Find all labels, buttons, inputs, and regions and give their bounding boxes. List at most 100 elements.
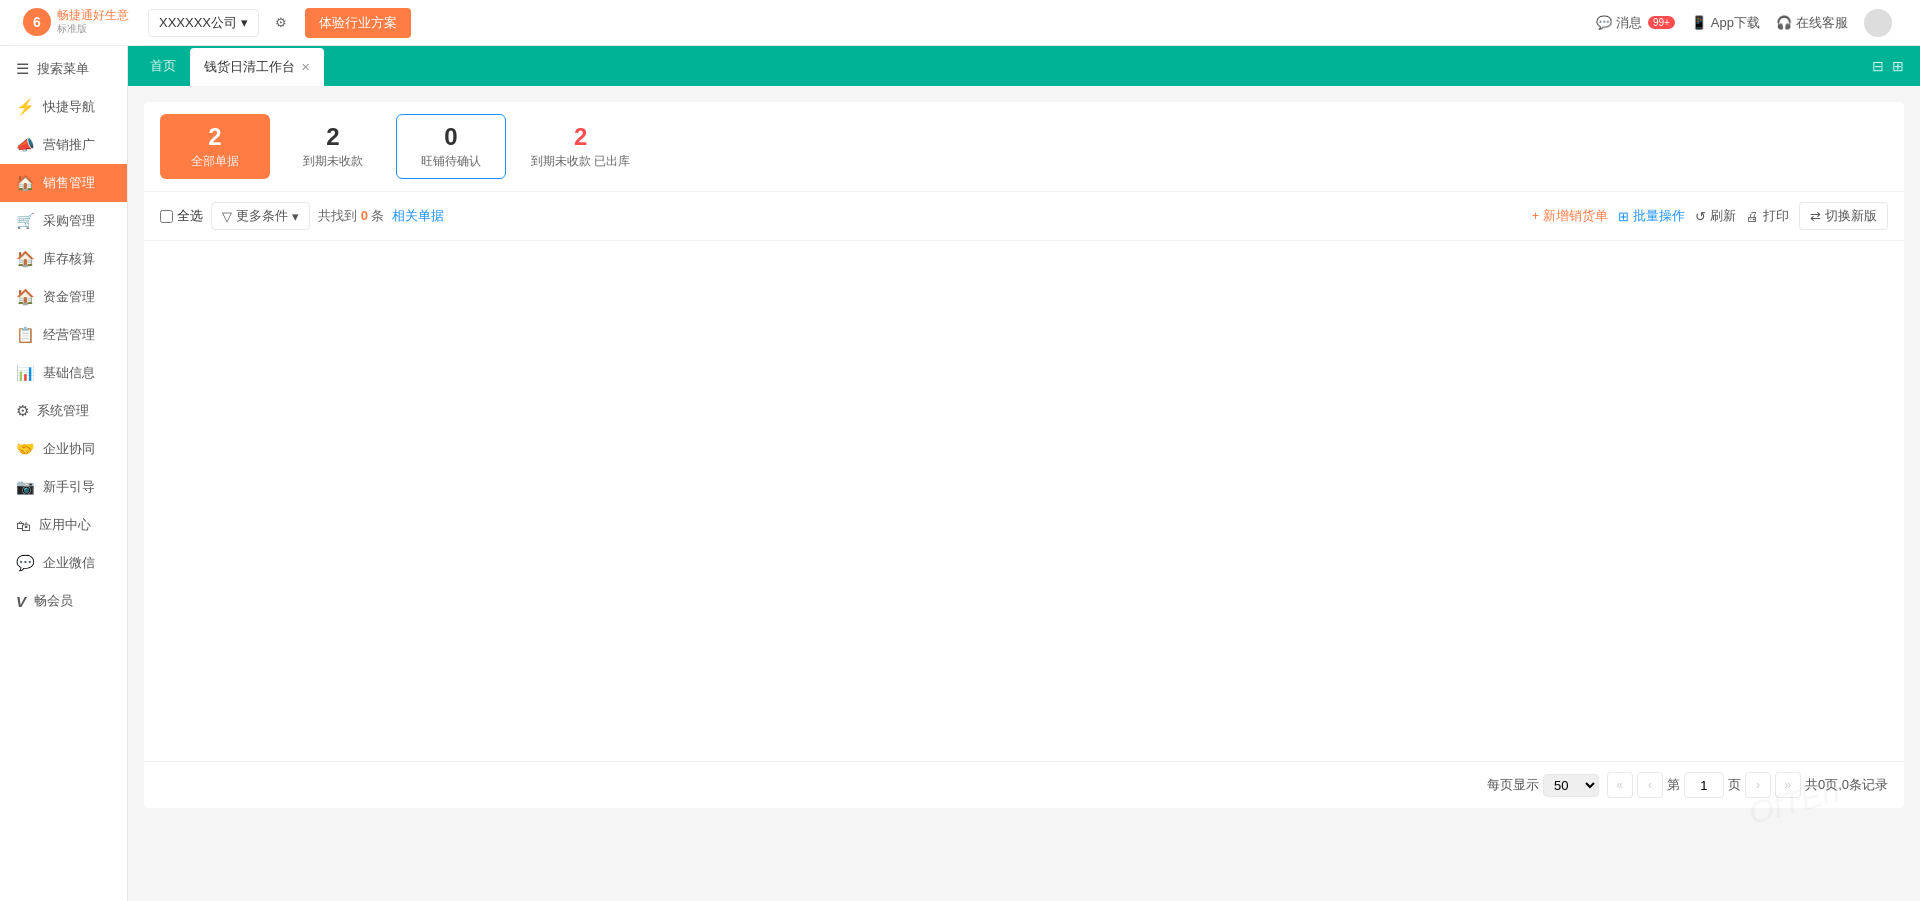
sidebar-item-marketing[interactable]: 📣 营销推广: [0, 126, 127, 164]
prev-page-button[interactable]: ‹: [1637, 772, 1663, 798]
sidebar-item-purchase[interactable]: 🛒 采购管理: [0, 202, 127, 240]
sidebar-item-finance[interactable]: 🏠 资金管理: [0, 278, 127, 316]
sidebar-item-sales[interactable]: 🏠 销售管理: [0, 164, 127, 202]
sidebar-label-marketing: 营销推广: [43, 136, 95, 154]
logo-icon: 6: [23, 8, 51, 36]
logo-area: 6 畅捷通好生意 标准版: [12, 0, 140, 46]
window-controls: ⊟ ⊞: [1872, 58, 1912, 74]
logo-tag: 标准版: [57, 22, 129, 36]
sidebar-item-operations[interactable]: 📋 经营管理: [0, 316, 127, 354]
stat-label-overdue: 到期未收款: [303, 153, 363, 170]
tab-workbench[interactable]: 钱货日清工作台 ✕: [190, 48, 324, 86]
nav-tabs-bar: 首页 钱货日清工作台 ✕ ⊟ ⊞: [128, 46, 1920, 86]
trial-button[interactable]: 体验行业方案: [305, 8, 411, 38]
guide-icon: 📷: [16, 478, 35, 496]
per-page-selector: 每页显示 20 50 100: [1487, 774, 1599, 797]
first-page-button[interactable]: «: [1607, 772, 1633, 798]
sidebar-label-app-center: 应用中心: [39, 516, 91, 534]
member-icon: V: [16, 593, 26, 610]
batch-label: 批量操作: [1633, 207, 1685, 225]
sidebar-item-app-center[interactable]: 🛍 应用中心: [0, 506, 127, 544]
cart-icon: 🛒: [16, 212, 35, 230]
clipboard-icon: 📋: [16, 326, 35, 344]
refresh-button[interactable]: ↺ 刷新: [1695, 207, 1736, 225]
batch-button[interactable]: ⊞ 批量操作: [1618, 207, 1685, 225]
last-page-button[interactable]: »: [1775, 772, 1801, 798]
search-icon: ☰: [16, 60, 29, 78]
sidebar-menu: ☰ 搜索菜单 ⚡ 快捷导航 📣 营销推广 🏠 销售管理 🛒 采购管理 🏠 库存核…: [0, 46, 127, 901]
message-badge: 99+: [1648, 16, 1675, 29]
tab-home-label: 首页: [150, 57, 176, 75]
stat-label-pending: 旺铺待确认: [421, 153, 481, 170]
select-all-checkbox[interactable]: [160, 210, 173, 223]
settings-button[interactable]: ⚙: [265, 7, 297, 39]
stat-tab-overdue-out[interactable]: 2 到期未收款 已出库: [514, 114, 647, 179]
total-info: 共0页,0条记录: [1805, 776, 1888, 794]
sidebar-item-system[interactable]: ⚙ 系统管理: [0, 392, 127, 430]
related-link[interactable]: 相关单据: [392, 207, 444, 225]
stat-num-overdue: 2: [326, 123, 339, 151]
print-icon: 🖨: [1746, 209, 1759, 224]
sidebar-item-basic-info[interactable]: 📊 基础信息: [0, 354, 127, 392]
page-number-input[interactable]: 1: [1684, 772, 1724, 798]
table-area: [144, 241, 1904, 761]
sidebar-item-guide[interactable]: 📷 新手引导: [0, 468, 127, 506]
filter-icon: ▽: [222, 209, 232, 224]
sidebar-item-cooperation[interactable]: 🤝 企业协同: [0, 430, 127, 468]
found-num: 0: [361, 208, 368, 223]
sidebar-item-inventory[interactable]: 🏠 库存核算: [0, 240, 127, 278]
stat-num-pending: 0: [444, 123, 457, 151]
dropdown-icon: ▾: [241, 15, 248, 30]
message-label: 消息: [1616, 14, 1642, 32]
print-button[interactable]: 🖨 打印: [1746, 207, 1789, 225]
sidebar-label-guide: 新手引导: [43, 478, 95, 496]
switch-icon: ⇄: [1810, 209, 1821, 224]
tab-workbench-label: 钱货日清工作台: [204, 58, 295, 76]
app-download-button[interactable]: 📱 App下载: [1691, 14, 1760, 32]
online-service-label: 在线客服: [1796, 14, 1848, 32]
maximize-icon[interactable]: ⊞: [1892, 58, 1904, 74]
stat-tab-all[interactable]: 2 全部单据: [160, 114, 270, 179]
sidebar-label-cooperation: 企业协同: [43, 440, 95, 458]
header-right: 💬 消息 99+ 📱 App下载 🎧 在线客服: [1596, 9, 1908, 37]
table-icon: 📊: [16, 364, 35, 382]
home-icon-sales: 🏠: [16, 174, 35, 192]
message-button[interactable]: 💬 消息 99+: [1596, 14, 1675, 32]
online-service-button[interactable]: 🎧 在线客服: [1776, 14, 1848, 32]
found-prefix: 共找到: [318, 208, 357, 223]
add-sales-button[interactable]: + 新增销货单: [1532, 207, 1608, 225]
toolbar: 全选 ▽ 更多条件 ▾ 共找到 0 条 相关单据 + 新增销货单 ⊞ 批: [144, 192, 1904, 241]
sidebar: ☰ 搜索菜单 ⚡ 快捷导航 📣 营销推广 🏠 销售管理 🛒 采购管理 🏠 库存核…: [0, 0, 128, 901]
select-all-text: 全选: [177, 207, 203, 225]
stat-tab-overdue[interactable]: 2 到期未收款: [278, 114, 388, 179]
avatar[interactable]: [1864, 9, 1892, 37]
lightning-icon: ⚡: [16, 98, 35, 116]
per-page-select[interactable]: 20 50 100: [1543, 774, 1599, 797]
stat-label-all: 全部单据: [191, 153, 239, 170]
gear-icon: ⚙: [275, 15, 287, 30]
wechat-icon: 💬: [16, 554, 35, 572]
tab-close-icon[interactable]: ✕: [301, 61, 310, 74]
stat-tab-pending[interactable]: 0 旺铺待确认: [396, 114, 506, 179]
headset-icon: 🎧: [1776, 15, 1792, 30]
home-icon-finance: 🏠: [16, 288, 35, 306]
company-selector[interactable]: XXXXXX公司 ▾: [148, 9, 259, 37]
sidebar-label-member: 畅会员: [34, 592, 73, 610]
more-filter-button[interactable]: ▽ 更多条件 ▾: [211, 202, 310, 230]
switch-version-button[interactable]: ⇄ 切换新版: [1799, 202, 1888, 230]
minimize-icon[interactable]: ⊟: [1872, 58, 1884, 74]
app-download-label: App下载: [1711, 14, 1760, 32]
sidebar-item-wechat[interactable]: 💬 企业微信: [0, 544, 127, 582]
sidebar-label-system: 系统管理: [37, 402, 89, 420]
sidebar-item-member[interactable]: V 畅会员: [0, 582, 127, 620]
sidebar-item-search[interactable]: ☰ 搜索菜单: [0, 50, 127, 88]
dropdown-arrow-icon: ▾: [292, 209, 299, 224]
tab-home[interactable]: 首页: [136, 46, 190, 86]
refresh-icon: ↺: [1695, 209, 1706, 224]
sidebar-item-quick-nav[interactable]: ⚡ 快捷导航: [0, 88, 127, 126]
megaphone-icon: 📣: [16, 136, 35, 154]
found-text: 共找到 0 条: [318, 207, 384, 225]
next-page-button[interactable]: ›: [1745, 772, 1771, 798]
select-all-label[interactable]: 全选: [160, 207, 203, 225]
bag-icon: 🛍: [16, 517, 31, 534]
